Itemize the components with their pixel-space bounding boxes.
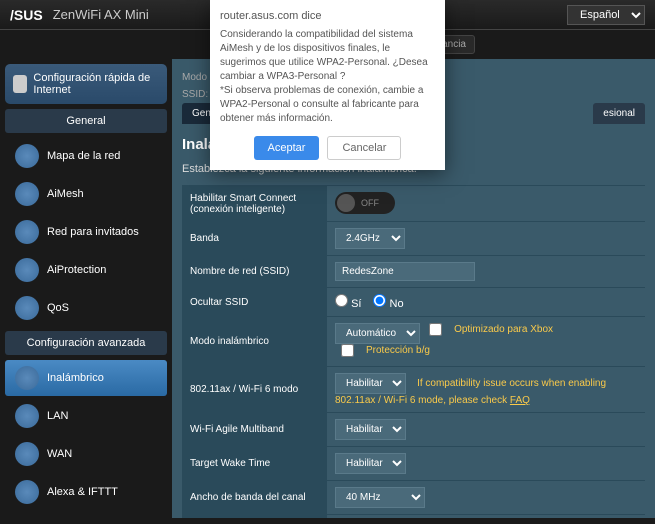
nav-label: Mapa de la red (47, 150, 120, 162)
wifi6-select[interactable]: Habilitar (335, 373, 406, 394)
nav-icon (15, 296, 39, 320)
quick-internet-setup[interactable]: Configuración rápida de Internet (5, 64, 167, 104)
nav-label: Inalámbrico (47, 372, 104, 384)
band-select[interactable]: 2.4GHz (335, 228, 405, 249)
smart-connect-toggle[interactable]: OFF (335, 192, 395, 214)
faq-link[interactable]: FAQ (510, 395, 530, 406)
nav-item-red-para-invitados[interactable]: Red para invitados (5, 214, 167, 250)
label-agile: Wi-Fi Agile Multiband (182, 413, 327, 447)
bandwidth-select[interactable]: 40 MHz (335, 487, 425, 508)
nav-item-lan[interactable]: LAN (5, 398, 167, 434)
nav-label: AiMesh (47, 188, 84, 200)
label-band: Banda (182, 222, 327, 256)
nav-label: AiProtection (47, 264, 106, 276)
hide-ssid-yes[interactable]: Sí (335, 294, 361, 310)
nav-label: Red para invitados (47, 226, 139, 238)
section-advanced: Configuración avanzada (5, 331, 167, 355)
wireless-form: Habilitar Smart Connect (conexión inteli… (182, 185, 645, 518)
nav-icon (15, 144, 39, 168)
nav-icon (15, 480, 39, 504)
nav-label: WAN (47, 448, 72, 460)
nav-item-aimesh[interactable]: AiMesh (5, 176, 167, 212)
nav-item-aiprotection[interactable]: AiProtection (5, 252, 167, 288)
label-channel: Canal (182, 515, 327, 519)
cancel-button[interactable]: Cancelar (327, 136, 401, 160)
nav-label: Alexa & IFTTT (47, 486, 118, 498)
label-bandwidth: Ancho de banda del canal (182, 481, 327, 515)
nav-label: LAN (47, 410, 68, 422)
label-ssid: Nombre de red (SSID) (182, 256, 327, 288)
language-select[interactable]: Español (567, 5, 645, 25)
nav-label: QoS (47, 302, 69, 314)
nav-item-alexa-ifttt[interactable]: Alexa & IFTTT (5, 474, 167, 510)
confirm-dialog: router.asus.com dice Considerando la com… (210, 0, 445, 170)
hide-ssid-no[interactable]: No (373, 294, 403, 310)
label-hide-ssid: Ocultar SSID (182, 288, 327, 317)
dialog-title: router.asus.com dice (220, 10, 435, 22)
nav-icon (15, 366, 39, 390)
quick-setup-label: Configuración rápida de Internet (33, 72, 159, 96)
label-wifi6: 802.11ax / Wi-Fi 6 modo (182, 367, 327, 413)
nav-item-inal-mbrico[interactable]: Inalámbrico (5, 360, 167, 396)
wireless-mode-select[interactable]: Automático (335, 323, 420, 344)
nav-icon (15, 258, 39, 282)
nav-icon (15, 220, 39, 244)
nav-item-wan[interactable]: WAN (5, 436, 167, 472)
product-name: ZenWiFi AX Mini (53, 7, 149, 22)
setup-icon (13, 75, 27, 93)
logo: /SUS (10, 7, 43, 23)
tab-professional[interactable]: esional (593, 103, 645, 124)
nav-icon (15, 182, 39, 206)
label-smart-connect: Habilitar Smart Connect (conexión inteli… (182, 186, 327, 222)
dialog-body: Considerando la compatibilidad del siste… (220, 28, 435, 126)
nav-icon (15, 442, 39, 466)
nav-icon (15, 404, 39, 428)
sidebar: Configuración rápida de Internet General… (0, 59, 172, 518)
accept-button[interactable]: Aceptar (254, 136, 320, 160)
ssid-label: SSID: (182, 89, 208, 100)
agile-select[interactable]: Habilitar (335, 419, 406, 440)
section-general: General (5, 109, 167, 133)
twt-select[interactable]: Habilitar (335, 453, 406, 474)
ssid-input[interactable] (335, 262, 475, 281)
nav-item-mapa-de-la-red[interactable]: Mapa de la red (5, 138, 167, 174)
label-twt: Target Wake Time (182, 447, 327, 481)
xbox-checkbox[interactable]: Optimizado para Xbox (429, 323, 553, 336)
label-wireless-mode: Modo inalámbrico (182, 317, 327, 367)
bg-protection-checkbox[interactable]: Protección b/g (341, 344, 430, 357)
nav-item-ipv6[interactable]: IPv6 (5, 512, 167, 518)
nav-item-qos[interactable]: QoS (5, 290, 167, 326)
